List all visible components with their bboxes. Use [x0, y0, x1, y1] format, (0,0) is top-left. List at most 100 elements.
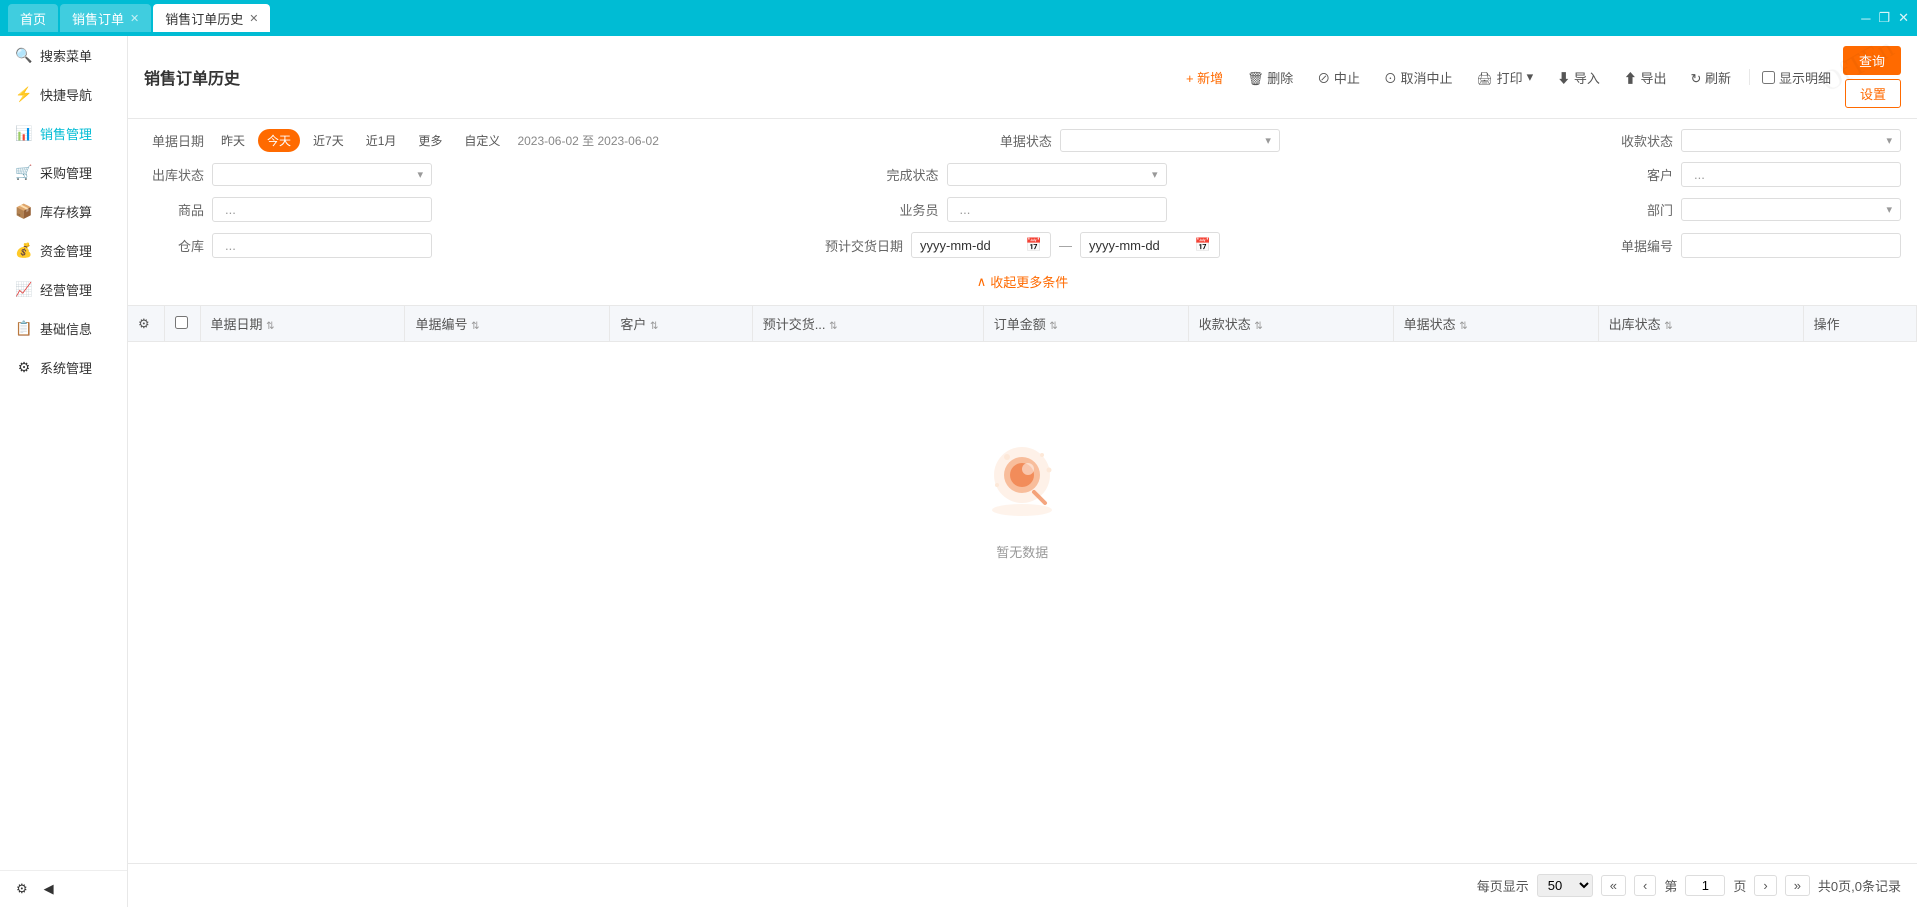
calendar-end-icon[interactable]: 📅 — [1195, 237, 1211, 253]
th-bill-date[interactable]: 单据日期 ⇅ — [200, 306, 405, 342]
sidebar-item-finance-label: 资金管理 — [40, 241, 92, 260]
new-button[interactable]: + 新增 — [1180, 65, 1229, 90]
table-header-row: ⚙ 单据日期 ⇅ 单据编号 ⇅ 客户 ⇅ — [128, 306, 1917, 342]
delivery-date-start-input[interactable]: yyyy-mm-dd 📅 — [911, 232, 1051, 258]
new-button-label: + 新增 — [1186, 68, 1223, 87]
cancel-stop-button[interactable]: ⊙ 取消中止 — [1378, 65, 1459, 90]
query-button[interactable]: 查询 — [1843, 46, 1901, 75]
close-btn[interactable]: ✕ — [1898, 10, 1909, 26]
customer-sort-icon: ⇅ — [650, 321, 658, 332]
warehouse-input[interactable]: ... — [212, 233, 432, 258]
date-btn-today[interactable]: 今天 — [258, 129, 300, 152]
sidebar-collapse-icon[interactable]: ◀ — [44, 881, 54, 897]
sidebar-item-basic[interactable]: 📋 基础信息 — [0, 309, 127, 348]
sidebar-item-inventory[interactable]: 📦 库存核算 — [0, 192, 127, 231]
receipt-status-label: 收款状态 — [1613, 131, 1673, 150]
date-btn-last7[interactable]: 近7天 — [304, 129, 353, 152]
tab-sales-order[interactable]: 销售订单 ✕ — [60, 4, 151, 32]
refresh-button[interactable]: ↻ 刷新 — [1684, 65, 1737, 90]
print-button[interactable]: 🖨 打印 ▾ — [1471, 65, 1540, 90]
sidebar-item-operation[interactable]: 📈 经营管理 — [0, 270, 127, 309]
export-button[interactable]: ⬆ 导出 — [1618, 65, 1673, 90]
tab-sales-order-close[interactable]: ✕ — [130, 12, 139, 25]
stop-button[interactable]: ⊘ 中止 — [1311, 65, 1366, 90]
delete-button[interactable]: 🗑 删除 — [1241, 65, 1299, 90]
customer-dots: ... — [1694, 167, 1705, 182]
basic-icon: 📋 — [16, 321, 32, 337]
sidebar-item-quick-nav[interactable]: ⚡ 快捷导航 — [0, 75, 127, 114]
filter-row-2: 出库状态 ▾ 完成状态 ▾ 客户 ... — [144, 162, 1901, 187]
sidebar-item-purchase-label: 采购管理 — [40, 163, 92, 182]
sidebar-item-basic-label: 基础信息 — [40, 319, 92, 338]
pagination: 每页显示 50 10 20 100 « ‹ 第 页 › » 共0页,0条记录 — [128, 863, 1917, 907]
salesperson-input[interactable]: ... — [947, 197, 1167, 222]
purchase-icon: 🛒 — [16, 165, 32, 181]
date-btn-more[interactable]: 更多 — [409, 129, 451, 152]
bill-status-sort-icon: ⇅ — [1459, 321, 1467, 332]
date-btn-last1m[interactable]: 近1月 — [357, 129, 406, 152]
minimize-btn[interactable]: ─ — [1861, 11, 1870, 26]
th-bill-status-label: 单据状态 — [1404, 317, 1456, 332]
th-order-amount[interactable]: 订单金额 ⇅ — [983, 306, 1188, 342]
goods-label: 商品 — [144, 200, 204, 219]
th-customer[interactable]: 客户 ⇅ — [610, 306, 752, 342]
page-number-input[interactable] — [1685, 875, 1725, 896]
print-arrow-icon: ▾ — [1527, 69, 1534, 85]
collapse-label: 收起更多条件 — [990, 272, 1068, 291]
complete-status-select[interactable]: ▾ — [947, 163, 1167, 186]
warehouse-label: 仓库 — [144, 236, 204, 255]
tab-sales-order-history[interactable]: 销售订单历史 ✕ — [153, 4, 270, 32]
search-menu-icon: 🔍 — [16, 48, 32, 64]
bill-status-arrow-icon: ▾ — [1265, 134, 1271, 147]
table-area: ⚙ 单据日期 ⇅ 单据编号 ⇅ 客户 ⇅ — [128, 306, 1917, 863]
tab-sales-order-history-close[interactable]: ✕ — [249, 12, 258, 25]
sidebar-item-purchase[interactable]: 🛒 采购管理 — [0, 153, 127, 192]
th-bill-number-label: 单据编号 — [415, 317, 467, 332]
bill-status-select[interactable]: ▾ — [1060, 129, 1280, 152]
date-options-group: 昨天 今天 近7天 近1月 更多 自定义 2023-06-02 至 2023-0… — [212, 129, 659, 152]
tab-home[interactable]: 首页 — [8, 4, 58, 32]
tab-list: 首页 销售订单 ✕ 销售订单历史 ✕ — [8, 4, 1861, 32]
customer-input[interactable]: ... — [1681, 162, 1901, 187]
page-size-select[interactable]: 50 10 20 100 — [1537, 874, 1593, 897]
th-bill-status[interactable]: 单据状态 ⇅ — [1393, 306, 1598, 342]
receipt-status-select[interactable]: ▾ — [1681, 129, 1901, 152]
display-detail-label: 显示明细 — [1779, 68, 1831, 87]
th-expected-delivery[interactable]: 预计交货... ⇅ — [752, 306, 983, 342]
th-receipt-status[interactable]: 收款状态 ⇅ — [1188, 306, 1393, 342]
display-detail-checkbox[interactable] — [1762, 71, 1775, 84]
select-all-checkbox[interactable] — [175, 316, 188, 329]
prev-page-button[interactable]: ‹ — [1634, 875, 1656, 896]
import-button[interactable]: ⬇ 导入 — [1551, 65, 1606, 90]
outbound-status-select[interactable]: ▾ — [212, 163, 432, 186]
department-select[interactable]: ▾ — [1681, 198, 1901, 221]
th-checkbox[interactable] — [164, 306, 200, 342]
collapse-bar[interactable]: ∧ 收起更多条件 — [144, 268, 1901, 295]
sidebar-item-sales[interactable]: 📊 销售管理 — [0, 114, 127, 153]
delivery-date-end-input[interactable]: yyyy-mm-dd 📅 — [1080, 232, 1220, 258]
date-btn-custom[interactable]: 自定义 — [455, 129, 509, 152]
goods-input[interactable]: ... — [212, 197, 432, 222]
page-header: 销售订单历史 + 新增 🗑 删除 ⊘ 中止 ⊙ 取消中止 🖨 打印 ▾ — [128, 36, 1917, 119]
sidebar-item-system[interactable]: ⚙ 系统管理 — [0, 348, 127, 387]
bill-number-input[interactable] — [1681, 233, 1901, 258]
th-settings[interactable]: ⚙ — [128, 306, 164, 342]
restore-btn[interactable]: ❐ — [1878, 10, 1890, 26]
outbound-status-sort-icon: ⇅ — [1664, 321, 1672, 332]
th-outbound-status[interactable]: 出库状态 ⇅ — [1598, 306, 1803, 342]
date-btn-yesterday[interactable]: 昨天 — [212, 129, 254, 152]
salesperson-label: 业务员 — [879, 200, 939, 219]
sidebar-item-search-menu[interactable]: 🔍 搜索菜单 — [0, 36, 127, 75]
next-page-button[interactable]: › — [1754, 875, 1776, 896]
sidebar-bottom: ⚙ ◀ — [0, 870, 127, 907]
first-page-button[interactable]: « — [1601, 875, 1626, 896]
empty-illustration — [972, 430, 1072, 530]
last-page-button[interactable]: » — [1785, 875, 1810, 896]
settings-button[interactable]: 设置 — [1845, 79, 1901, 108]
calendar-start-icon[interactable]: 📅 — [1026, 237, 1042, 253]
sidebar-item-finance[interactable]: 💰 资金管理 — [0, 231, 127, 270]
display-detail-toggle: 显示明细 — [1762, 68, 1831, 87]
sidebar-settings-icon[interactable]: ⚙ — [16, 881, 28, 897]
th-bill-number[interactable]: 单据编号 ⇅ — [405, 306, 610, 342]
sidebar-item-inventory-label: 库存核算 — [40, 202, 92, 221]
